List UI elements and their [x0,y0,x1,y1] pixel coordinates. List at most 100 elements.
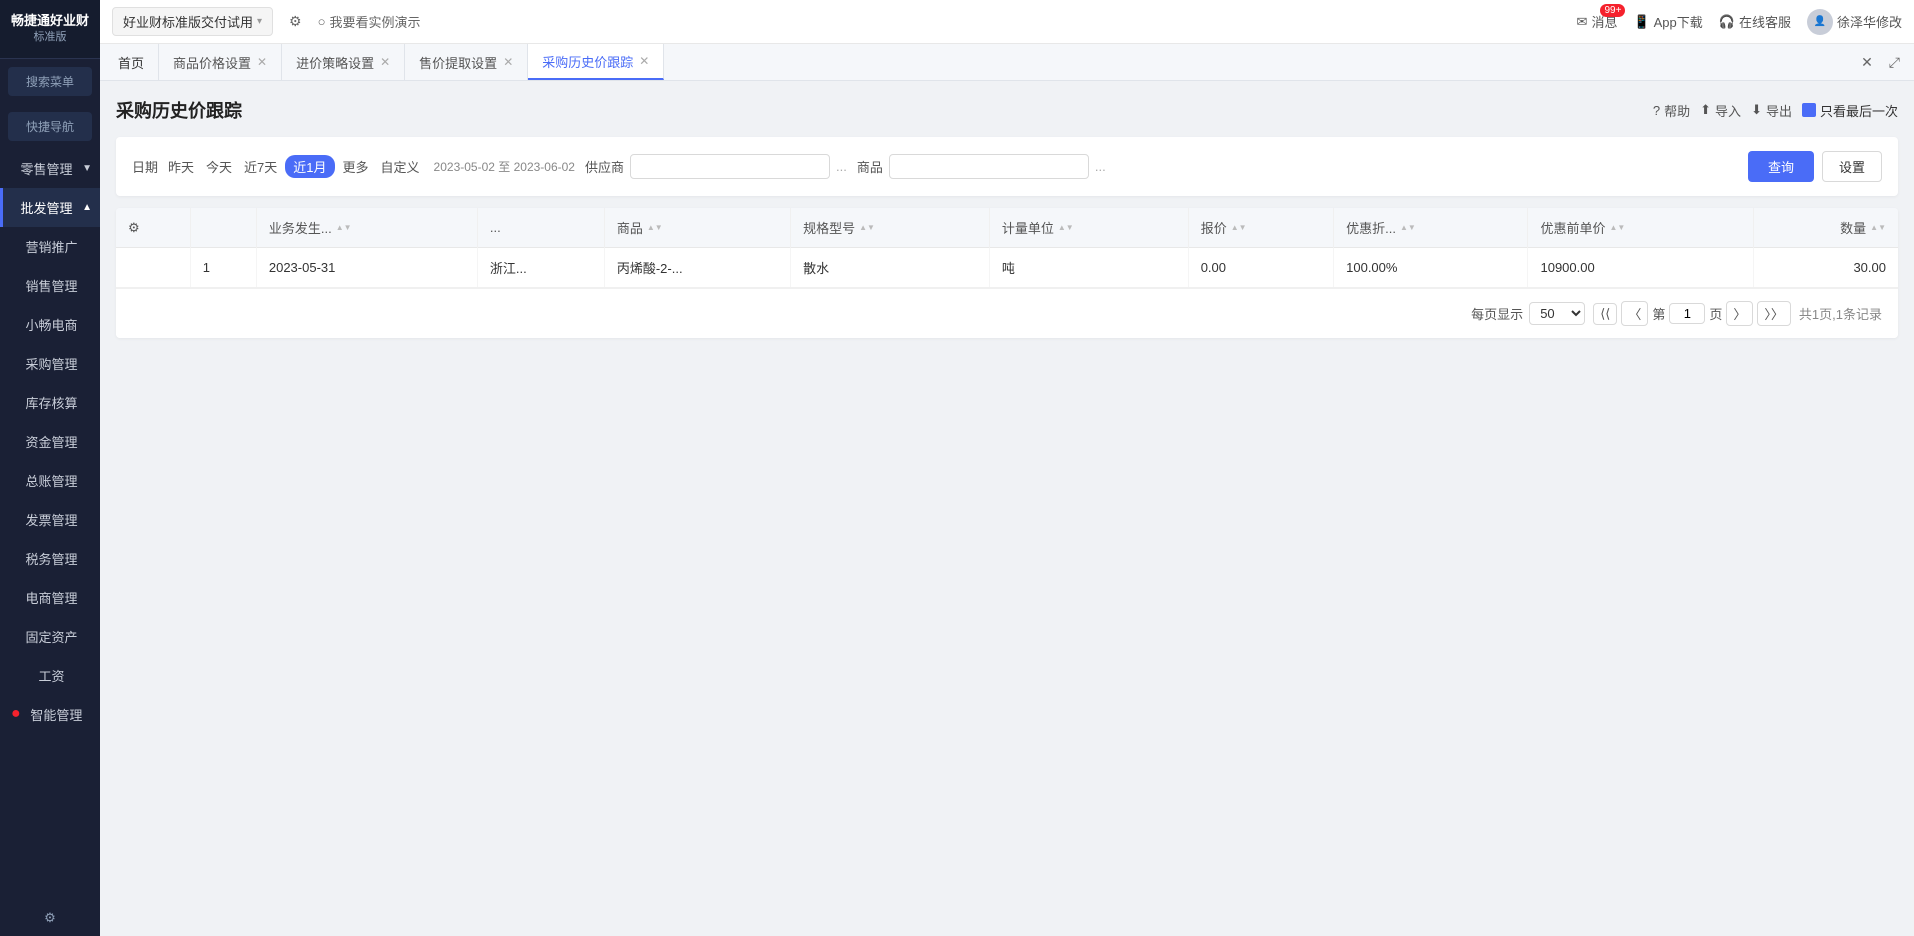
col-biz-date[interactable]: 业务发生... ▲▼ [256,208,477,248]
col-discount[interactable]: 优惠折... ▲▼ [1334,208,1528,248]
sidebar-item-inventory[interactable]: 库存核算 [0,383,100,422]
sidebar-arrow-retail: ▼ [82,163,92,174]
sidebar-item-salary[interactable]: 工资 [0,656,100,695]
tab-price-label: 商品价格设置 [173,53,251,72]
export-label: 导出 [1766,101,1792,120]
col-spec-label: 规格型号 [803,218,855,237]
sidebar-item-smart[interactable]: ● 智能管理 [0,695,100,734]
date-option-today[interactable]: 今天 [202,155,236,178]
col-unit[interactable]: 计量单位 ▲▼ [989,208,1188,248]
next-page-button[interactable]: 〉 [1726,301,1753,326]
first-page-button[interactable]: ⟨⟨ [1593,303,1617,325]
cell-biz-date: 2023-05-31 [256,248,477,288]
product-input[interactable] [889,154,1089,179]
tabbar-actions: ✕ ⤢ [1855,44,1914,80]
product-more-button[interactable]: ... [1095,159,1106,174]
col-quantity-label: 数量 [1840,218,1866,237]
page-unit-label: 页 [1709,304,1722,323]
col-quote[interactable]: 报价 ▲▼ [1188,208,1333,248]
tab-close-all-button[interactable]: ✕ [1855,52,1879,73]
date-option-custom[interactable]: 自定义 [377,155,424,178]
sidebar-item-ledger[interactable]: 总账管理 [0,461,100,500]
edition-selector[interactable]: 好业财标准版交付试用 ▾ [112,7,273,36]
tab-price-close[interactable]: ✕ [257,56,267,68]
date-option-more[interactable]: 更多 [339,155,373,178]
online-service-button[interactable]: 🎧 在线客服 [1719,12,1791,31]
cell-discount: 100.00% [1334,248,1528,288]
tab-sale-price[interactable]: 售价提取设置 ✕ [405,44,528,80]
sidebar-item-purchase[interactable]: 采购管理 [0,344,100,383]
sidebar-item-fixed-assets[interactable]: 固定资产 [0,617,100,656]
sidebar-item-wholesale[interactable]: 批发管理 ▲ [0,188,100,227]
sidebar-item-label-inventory: 库存核算 [11,393,92,412]
main-area: 好业财标准版交付试用 ▾ ⚙ ○ 我要看实例演示 ✉ 消息 99+ 📱 App下… [100,0,1914,936]
avatar: 👤 [1807,9,1833,35]
demo-label: 我要看实例演示 [329,12,420,31]
tab-history-price-close[interactable]: ✕ [639,55,649,67]
gear-icon: ⚙ [44,910,56,925]
col-spec[interactable]: 规格型号 ▲▼ [791,208,990,248]
sidebar-item-tax[interactable]: 税务管理 [0,539,100,578]
quick-nav-section: 快捷导航 [0,104,100,149]
filter-settings-button[interactable]: 设置 [1822,151,1882,182]
search-menu-button[interactable]: 搜索菜单 [8,67,92,96]
sidebar-item-invoice[interactable]: 发票管理 [0,500,100,539]
quick-nav-button[interactable]: 快捷导航 [8,112,92,141]
cell-product: 丙烯酸-2-... [604,248,790,288]
topbar-gear-button[interactable]: ⚙ [281,9,310,34]
table-container: ⚙ 业务发生... ▲▼ ... [116,208,1898,338]
date-filter-label: 日期 [132,157,158,176]
supplier-more-button[interactable]: ... [836,159,847,174]
message-button[interactable]: ✉ 消息 99+ [1577,12,1618,31]
col-quantity[interactable]: 数量 ▲▼ [1753,208,1898,248]
tab-expand-button[interactable]: ⤢ [1883,52,1906,73]
help-button[interactable]: ? 帮助 [1653,101,1690,120]
user-info[interactable]: 👤 徐泽华修改 [1807,9,1902,35]
app-download-button[interactable]: 📱 App下载 [1633,12,1702,31]
import-button[interactable]: ⬆ 导入 [1700,101,1741,120]
per-page-section: 每页显示 50 20 100 [1471,302,1585,325]
sidebar-item-marketing[interactable]: 营销推广 [0,227,100,266]
sidebar-gear-button[interactable]: ⚙ [0,900,100,936]
date-option-last1m[interactable]: 近1月 [285,155,334,178]
sidebar-item-label-ecom: 电商管理 [11,588,92,607]
page-nav: ⟨⟨ 〈 第 页 〉 〉〉 [1593,301,1791,326]
page-number-input[interactable] [1669,303,1705,324]
tab-purchase-strategy[interactable]: 进价策略设置 ✕ [282,44,405,80]
date-option-last7[interactable]: 近7天 [240,155,281,178]
tab-sale-price-close[interactable]: ✕ [503,56,513,68]
supplier-input[interactable] [630,154,830,179]
sort-price-before-icon: ▲▼ [1610,224,1626,232]
sidebar-item-retail[interactable]: 零售管理 ▼ [0,149,100,188]
tab-purchase-strategy-close[interactable]: ✕ [380,56,390,68]
app-download-label: App下载 [1654,12,1703,31]
export-button[interactable]: ⬇ 导出 [1751,101,1792,120]
sidebar-item-ecom[interactable]: 电商管理 [0,578,100,617]
tab-history-price[interactable]: 采购历史价跟踪 ✕ [528,44,664,80]
sort-quote-icon: ▲▼ [1231,224,1247,232]
demo-button[interactable]: ○ 我要看实例演示 [318,12,421,31]
last-page-button[interactable]: 〉〉 [1757,301,1791,326]
tab-price[interactable]: 商品价格设置 ✕ [159,44,282,80]
col-unit-label: 计量单位 [1002,218,1054,237]
message-icon: ✉ [1577,14,1588,30]
col-more[interactable]: ... [477,208,604,248]
tab-home[interactable]: 首页 [104,44,159,80]
query-button[interactable]: 查询 [1748,151,1814,182]
sidebar-item-label-finance: 资金管理 [11,432,92,451]
sidebar-item-ecom-small[interactable]: 小畅电商 [0,305,100,344]
sidebar-item-finance[interactable]: 资金管理 [0,422,100,461]
only-latest-checkbox-label[interactable]: 只看最后一次 [1802,101,1898,120]
prev-page-button[interactable]: 〈 [1621,301,1648,326]
col-gear[interactable]: ⚙ [116,208,190,248]
chevron-down-icon: ▾ [257,16,262,27]
sort-unit-icon: ▲▼ [1058,224,1074,232]
per-page-select[interactable]: 50 20 100 [1529,302,1585,325]
col-price-before[interactable]: 优惠前单价 ▲▼ [1528,208,1754,248]
only-latest-checkbox[interactable] [1802,103,1816,117]
table-row: 1 2023-05-31 浙江... 丙烯酸-2-... 散水 吨 0.00 1… [116,248,1898,288]
sidebar-item-sales[interactable]: 销售管理 [0,266,100,305]
col-product[interactable]: 商品 ▲▼ [604,208,790,248]
date-option-yesterday[interactable]: 昨天 [164,155,198,178]
sort-biz-date-icon: ▲▼ [336,224,352,232]
